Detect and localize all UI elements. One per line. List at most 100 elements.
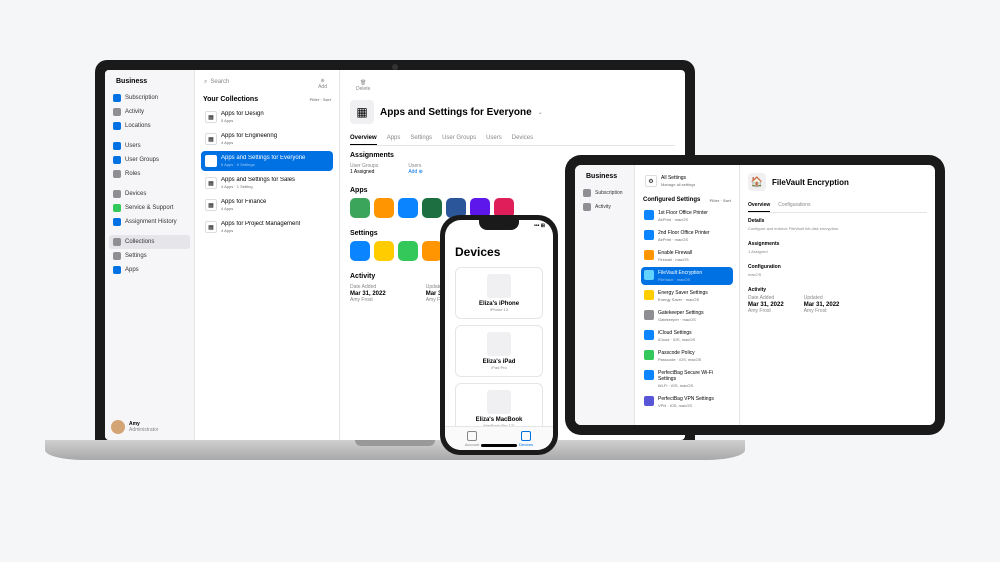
ipad-sidebar: Business SubscriptionActivity [575,165,635,425]
activity-block: UpdatedMar 31, 2022Amy Frost [804,295,840,314]
ipad-tab-overview[interactable]: Overview [748,199,770,212]
collection-item[interactable]: ▦Apps and Settings for Sales4 Apps · 1 S… [201,173,333,193]
setting-item[interactable]: PerfectBag VPN SettingsVPN · iOS, macOS [641,393,733,411]
setting-item[interactable]: Enable FirewallFirewall · macOS [641,247,733,265]
configured-title: Configured Settings [643,197,700,203]
detail-tabs: Overview Apps Settings User Groups Users Devi… [350,132,675,146]
collection-item[interactable]: ▦Apps for Project Management4 Apps [201,217,333,237]
collection-item[interactable]: ▦ Apps and Settings for Everyone6 Apps · … [201,151,333,171]
assign-value[interactable]: Add ⊕ [408,169,422,175]
camera-notch [392,64,398,70]
filevault-icon: 🏠 [748,173,766,191]
setting-icon[interactable] [374,241,394,261]
setting-label: iCloud Settings [658,330,695,336]
tab-user-groups[interactable]: User Groups [442,132,476,145]
tab-overview[interactable]: Overview [350,132,377,145]
chevron-down-icon[interactable]: ⌄ [538,109,543,116]
setting-sub: Wi-Fi · iOS, macOS [658,383,730,388]
filter-button[interactable]: Filter [310,97,320,102]
add-button[interactable]: ⊕ Add [318,78,327,90]
setting-type-icon [644,396,654,406]
collection-item[interactable]: ▦Apps for Design5 Apps [201,107,333,127]
setting-sub: Firewall · macOS [658,257,692,262]
setting-label: Passcode Policy [658,350,701,356]
delete-button[interactable]: 🗑 Delete [356,80,370,92]
setting-type-icon [644,330,654,340]
sidebar-item-activity[interactable]: Activity [579,200,630,214]
setting-sub: Gatekeeper · macOS [658,317,704,322]
setting-item[interactable]: FileVault EncryptionFileVault · macOS [641,267,733,285]
sidebar-item-assignment-history[interactable]: Assignment History [109,215,190,229]
tab-users[interactable]: Users [486,132,502,145]
setting-type-icon [644,310,654,320]
setting-item[interactable]: Passcode PolicyPasscode · iOS, macOS [641,347,733,365]
sidebar-item-user-groups[interactable]: User Groups [109,153,190,167]
collection-sub: 6 Apps · 6 Settings [221,162,305,167]
setting-sub: Energy Saver · macOS [658,297,708,302]
tab-devices[interactable]: Devices [512,132,533,145]
sidebar-item-devices[interactable]: Devices [109,187,190,201]
app-icon[interactable] [350,198,370,218]
collection-label: Apps and Settings for Sales [221,177,295,183]
ipad-tab-configurations[interactable]: Configurations [778,199,810,212]
tabbar-label: Devices [519,442,533,447]
tabbar-account[interactable]: Account [465,431,479,447]
sidebar-item-subscription[interactable]: Subscription [109,91,190,105]
sidebar: Business SubscriptionActivityLocations U… [105,70,195,440]
search-input[interactable]: ⌕ Search [201,77,232,88]
setting-item[interactable]: Energy Saver SettingsEnergy Saver · macO… [641,287,733,305]
setting-icon[interactable] [422,241,442,261]
nav-icon [113,218,121,226]
sidebar-item-roles[interactable]: Roles [109,167,190,181]
collections-title: Your Collections [203,96,258,103]
collection-label: Apps and Settings for Everyone [221,155,305,161]
app-icon[interactable] [398,198,418,218]
setting-item[interactable]: 1st Floor Office PrinterAirPrint · macOS [641,207,733,225]
nav-icon [113,204,121,212]
setting-icon[interactable] [350,241,370,261]
sidebar-item-settings[interactable]: Settings [109,249,190,263]
setting-item[interactable]: 2nd Floor Office PrinterAirPrint · macOS [641,227,733,245]
nav-label: Users [125,143,141,149]
nav-icon [113,94,121,102]
sidebar-item-apps[interactable]: Apps [109,263,190,277]
collection-icon: ▦ [205,155,217,167]
tabbar-devices[interactable]: Devices [519,431,533,447]
device-card[interactable]: Eliza's iPadiPad Pro [455,325,543,377]
setting-item[interactable]: PerfectBag Secure Wi-Fi SettingsWi-Fi · … [641,367,733,391]
nav-label: Apps [125,267,139,273]
sort-button[interactable]: Sort [323,97,331,102]
sidebar-item-activity[interactable]: Activity [109,105,190,119]
search-icon: ⌕ [204,79,207,86]
sidebar-item-users[interactable]: Users [109,139,190,153]
nav-label: Subscription [595,190,623,196]
setting-icon[interactable] [398,241,418,261]
nav-icon [583,203,591,211]
setting-item[interactable]: Gatekeeper SettingsGatekeeper · macOS [641,307,733,325]
app-icon[interactable] [374,198,394,218]
avatar [111,420,125,434]
tab-settings[interactable]: Settings [410,132,432,145]
device-card[interactable]: Eliza's iPhoneiPhone 13 [455,267,543,319]
sidebar-item-collections[interactable]: Collections [109,235,190,249]
collection-item[interactable]: ▦Apps for Finance4 Apps [201,195,333,215]
ipad-sort[interactable]: Sort [723,198,731,203]
collection-icon: ▦ [205,133,217,145]
user-footer[interactable]: Amy Administrator [111,420,158,434]
setting-sub: VPN · iOS, macOS [658,403,714,408]
nav-label: Activity [125,109,144,115]
sidebar-item-locations[interactable]: Locations [109,119,190,133]
nav-icon [113,252,121,260]
tab-apps[interactable]: Apps [387,132,401,145]
app-icon[interactable] [422,198,442,218]
setting-item[interactable]: iCloud SettingsiCloud · iOS, macOS [641,327,733,345]
sidebar-item-subscription[interactable]: Subscription [579,186,630,200]
detail-title: Apps and Settings for Everyone [380,107,532,118]
all-settings-item[interactable]: ⚙ All Settings Manage all settings [641,171,733,191]
collection-item[interactable]: ▦Apps for Engineering4 Apps [201,129,333,149]
sidebar-item-service-support[interactable]: Service & Support [109,201,190,215]
collection-label: Apps for Finance [221,199,266,205]
ipad-filter[interactable]: Filter [710,198,720,203]
collection-sub: 4 Apps [221,228,300,233]
nav-icon [113,108,121,116]
